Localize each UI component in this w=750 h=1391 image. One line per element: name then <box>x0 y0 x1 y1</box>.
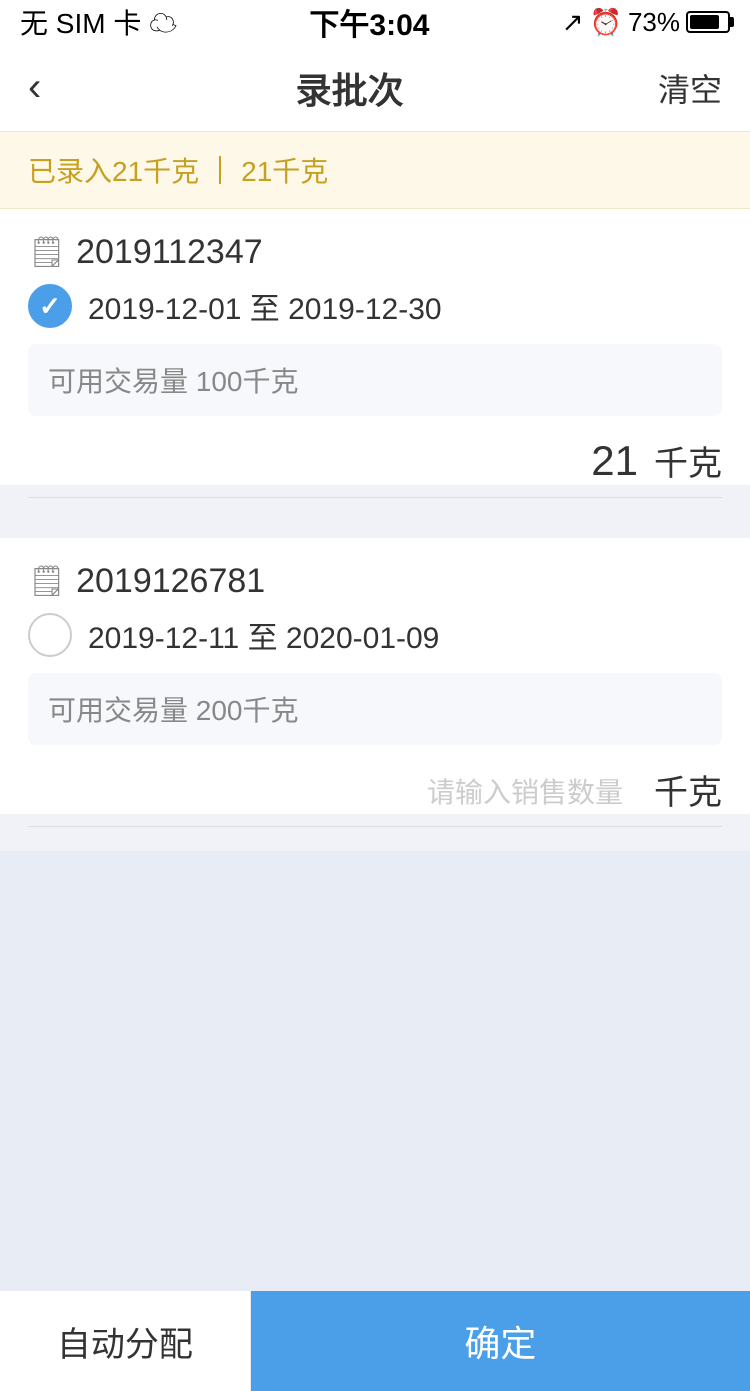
batch-1-qty-row: 可用交易量 100千克 <box>28 344 722 416</box>
status-right: ↗ ⏰ 73% <box>562 7 730 38</box>
batch-1-entered-value: 21 <box>591 437 638 485</box>
batch-2-date: 2019-12-11 至 2020-01-09 <box>88 613 439 657</box>
batch-2-qty-row: 可用交易量 200千克 <box>28 673 722 745</box>
auto-distribute-button[interactable]: 自动分配 <box>0 1291 251 1391</box>
batch-2-unit: 千克 <box>654 765 722 814</box>
batch-1-unit: 千克 <box>654 436 722 485</box>
batch-2-input-row: 千克 <box>0 745 750 814</box>
nav-bar: ‹ 录批次 清空 <box>0 44 750 132</box>
bottom-bar: 自动分配 确定 <box>0 1291 750 1391</box>
info-divider <box>219 156 221 184</box>
batch-id-icon-2: 🗒 <box>28 564 66 599</box>
battery-percent: 73% <box>628 7 680 38</box>
batch-2-underline <box>28 826 722 827</box>
status-left: 无 SIM 卡 ☁ <box>20 2 177 42</box>
info-recorded-label: 已录入21千克 <box>28 150 199 190</box>
batch-1-radio[interactable] <box>28 284 72 328</box>
page-title: 录批次 <box>296 62 404 114</box>
batch-2-header: 🗒 2019126781 <box>28 562 722 601</box>
battery-icon <box>686 11 730 33</box>
batch-item-1: 🗒 2019112347 2019-12-01 至 2019-12-30 可用交… <box>0 209 750 416</box>
batch-divider <box>0 522 750 538</box>
batch-2-qty-input[interactable] <box>338 769 638 811</box>
batch-1-underline <box>28 497 722 498</box>
empty-area <box>0 851 750 1291</box>
batch-1-date-row: 2019-12-01 至 2019-12-30 <box>28 284 722 328</box>
batch-1-header: 🗒 2019112347 <box>28 233 722 272</box>
info-recorded-value: 21千克 <box>241 150 328 190</box>
batch-2-radio[interactable] <box>28 613 72 657</box>
info-banner: 已录入21千克 21千克 <box>0 132 750 209</box>
batch-2-id: 2019126781 <box>76 562 265 601</box>
status-time: 下午3:04 <box>309 0 429 44</box>
batch-id-icon-1: 🗒 <box>28 235 66 270</box>
batch-item-2: 🗒 2019126781 2019-12-11 至 2020-01-09 可用交… <box>0 538 750 745</box>
alarm-icon: ⏰ <box>590 7 622 38</box>
confirm-button[interactable]: 确定 <box>251 1291 750 1391</box>
batch-1-date: 2019-12-01 至 2019-12-30 <box>88 284 442 328</box>
batch-2-date-row: 2019-12-11 至 2020-01-09 <box>28 613 722 657</box>
status-bar: 无 SIM 卡 ☁ 下午3:04 ↗ ⏰ 73% <box>0 0 750 44</box>
batch-2-qty-text: 可用交易量 200千克 <box>48 695 299 726</box>
location-icon: ↗ <box>562 7 584 38</box>
batch-1-value-row: 21 千克 <box>0 416 750 485</box>
back-button[interactable]: ‹ <box>28 65 41 110</box>
batch-1-qty-text: 可用交易量 100千克 <box>48 366 299 397</box>
clear-button[interactable]: 清空 <box>658 65 722 111</box>
batch-1-id: 2019112347 <box>76 233 263 272</box>
